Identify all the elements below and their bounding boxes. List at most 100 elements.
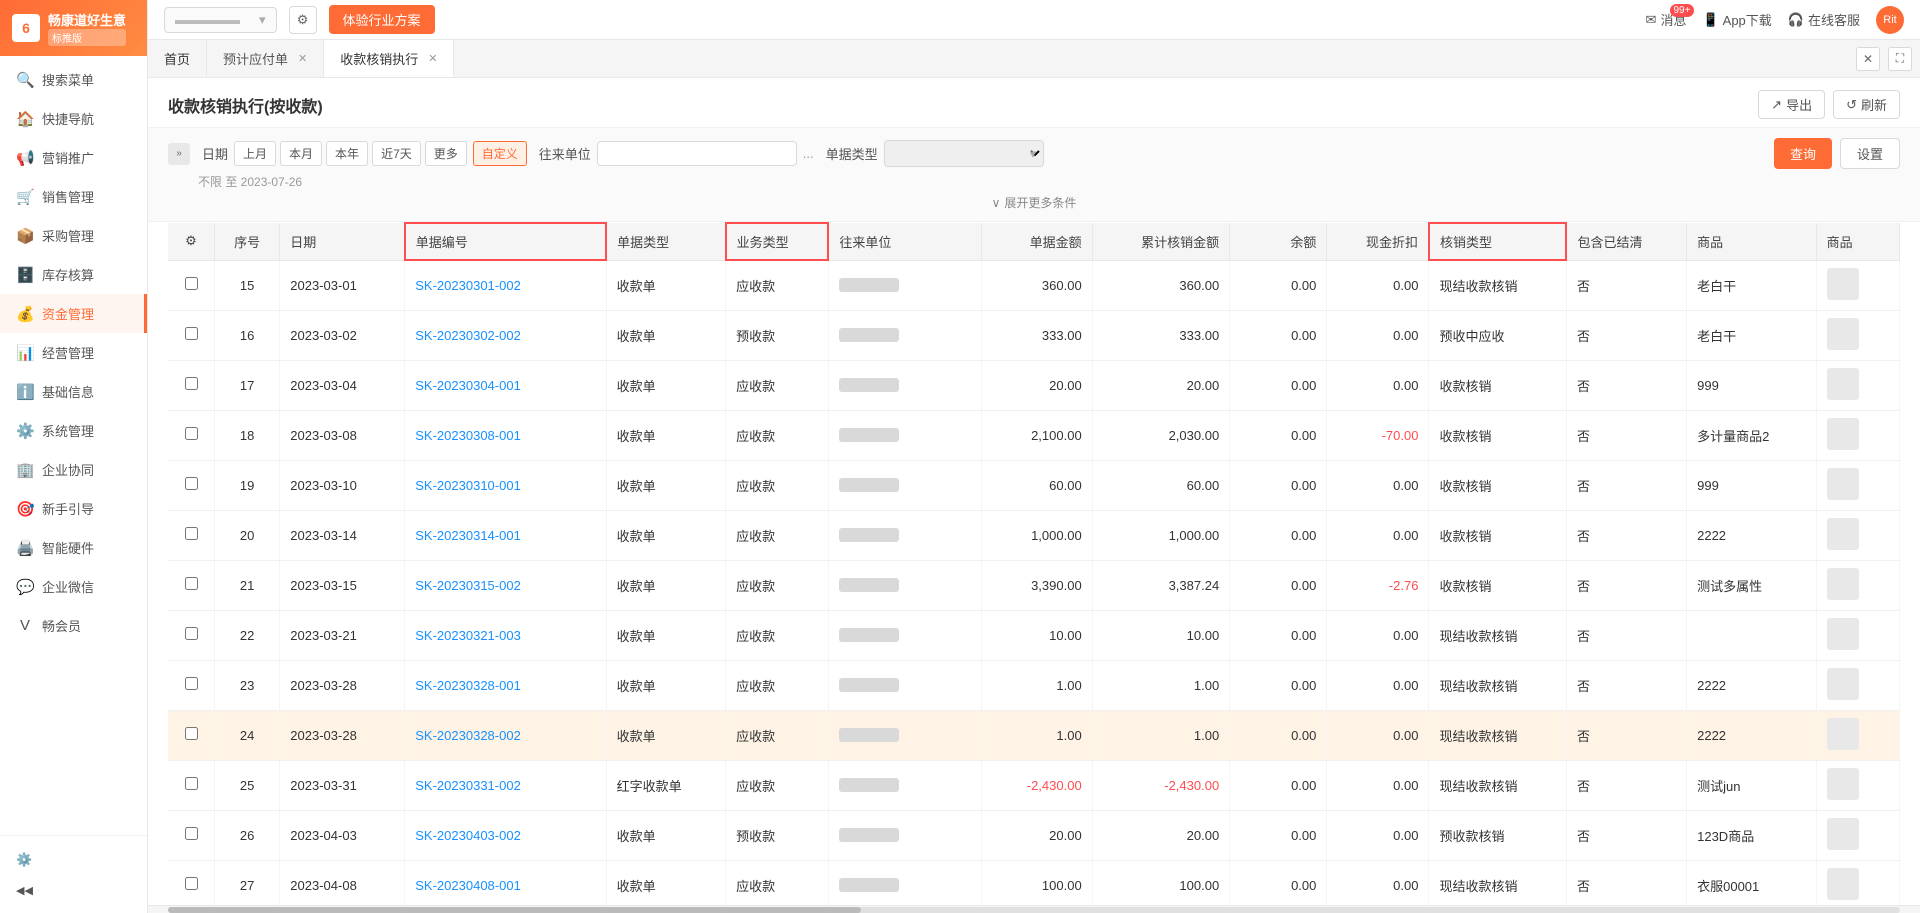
cell-check[interactable] (168, 360, 215, 410)
date-btn-本年[interactable]: 本年 (326, 141, 368, 166)
sno-link[interactable]: SK-20230331-002 (415, 778, 521, 793)
refresh-btn[interactable]: ↺ 刷新 (1833, 90, 1900, 119)
partner-input[interactable] (597, 141, 797, 166)
sidebar-item-member[interactable]: V畅会员 (0, 606, 147, 645)
cell-check[interactable] (168, 810, 215, 860)
cell-check[interactable] (168, 460, 215, 510)
cell-check[interactable] (168, 560, 215, 610)
expand-more-btn[interactable]: ∨ 展开更多条件 (168, 190, 1900, 211)
sno-link[interactable]: SK-20230315-002 (415, 578, 521, 593)
tab-home[interactable]: 首页 (148, 40, 207, 77)
sidebar-item-inventory[interactable]: 🗄️库存核算 (0, 255, 147, 294)
sno-link[interactable]: SK-20230308-001 (415, 428, 521, 443)
online-service-btn[interactable]: 🎧 在线客服 (1788, 10, 1860, 29)
sno-link[interactable]: SK-20230310-001 (415, 478, 521, 493)
tab-writeoff[interactable]: 收款核销执行✕ (324, 40, 454, 77)
cell-sno: SK-20230314-001 (405, 510, 606, 560)
row-checkbox[interactable] (185, 677, 198, 690)
tab-prepay[interactable]: 预计应付单✕ (207, 40, 324, 77)
date-btn-上月[interactable]: 上月 (234, 141, 276, 166)
sidebar-item-purchase[interactable]: 📦采购管理 (0, 216, 147, 255)
cell-biztype: 应收款 (726, 460, 829, 510)
cell-check[interactable] (168, 410, 215, 460)
date-btn-近7天[interactable]: 近7天 (372, 141, 421, 166)
cell-partner (828, 810, 981, 860)
export-btn[interactable]: ↗ 导出 (1758, 90, 1825, 119)
sno-link[interactable]: SK-20230304-001 (415, 378, 521, 393)
cell-check[interactable] (168, 510, 215, 560)
sno-link[interactable]: SK-20230328-001 (415, 678, 521, 693)
row-checkbox[interactable] (185, 577, 198, 590)
cell-biztype: 应收款 (726, 710, 829, 760)
message-btn[interactable]: ✉ 消息 99+ (1646, 10, 1687, 29)
goods-thumbnail (1827, 268, 1859, 300)
th-settings[interactable]: ⚙ (168, 223, 215, 260)
sno-link[interactable]: SK-20230314-001 (415, 528, 521, 543)
cell-writeofftype: 现结收款核销 (1429, 760, 1567, 810)
sno-link[interactable]: SK-20230408-001 (415, 878, 521, 893)
goods-thumbnail (1827, 718, 1859, 750)
cell-check[interactable] (168, 260, 215, 310)
settings-btn[interactable]: 设置 (1840, 138, 1900, 169)
cell-amount: 1.00 (981, 710, 1092, 760)
topbar-gear-btn[interactable]: ⚙ (289, 6, 317, 34)
row-checkbox[interactable] (185, 827, 198, 840)
sidebar-item-finance[interactable]: 💰资金管理 (0, 294, 147, 333)
sidebar-icon-finance: 💰 (16, 305, 34, 323)
row-checkbox[interactable] (185, 627, 198, 640)
sidebar-item-search[interactable]: 🔍搜索菜单 (0, 60, 147, 99)
cell-check[interactable] (168, 610, 215, 660)
cell-check[interactable] (168, 710, 215, 760)
cell-settled: 否 (1566, 760, 1686, 810)
cell-check[interactable] (168, 760, 215, 810)
sno-link[interactable]: SK-20230328-002 (415, 728, 521, 743)
sidebar-icon-quicknav: 🏠 (16, 110, 34, 128)
sno-link[interactable]: SK-20230321-003 (415, 628, 521, 643)
sidebar-settings-btn[interactable]: ⚙️ (0, 844, 147, 876)
sidebar-item-quicknav[interactable]: 🏠快捷导航 (0, 99, 147, 138)
industry-solution-btn[interactable]: 体验行业方案 (329, 5, 435, 34)
row-checkbox[interactable] (185, 377, 198, 390)
date-custom-btn[interactable]: 自定义 (473, 141, 527, 166)
sidebar-item-system[interactable]: ⚙️系统管理 (0, 411, 147, 450)
date-quick-btns: 上月本月本年近7天更多 (234, 141, 467, 166)
cell-check[interactable] (168, 660, 215, 710)
tab-close-writeoff[interactable]: ✕ (428, 52, 437, 65)
doctype-select[interactable] (884, 140, 1044, 167)
sno-link[interactable]: SK-20230403-002 (415, 828, 521, 843)
row-checkbox[interactable] (185, 877, 198, 890)
sidebar-item-basic[interactable]: ℹ️基础信息 (0, 372, 147, 411)
date-btn-本月[interactable]: 本月 (280, 141, 322, 166)
cell-check[interactable] (168, 860, 215, 905)
sidebar-item-corp[interactable]: 🏢企业协同 (0, 450, 147, 489)
sidebar-item-guide[interactable]: 🎯新手引导 (0, 489, 147, 528)
sidebar-item-wechat[interactable]: 💬企业微信 (0, 567, 147, 606)
cell-sno: SK-20230301-002 (405, 260, 606, 310)
user-avatar[interactable]: Rit (1876, 6, 1904, 34)
tab-close-prepay[interactable]: ✕ (298, 52, 307, 65)
shop-selector[interactable]: ▬▬▬▬▬ ▾ (164, 7, 277, 33)
sidebar-item-marketing[interactable]: 📢营销推广 (0, 138, 147, 177)
app-download-btn[interactable]: 📱 App下载 (1702, 10, 1771, 29)
horizontal-scrollbar[interactable] (148, 905, 1920, 913)
row-checkbox[interactable] (185, 777, 198, 790)
row-checkbox[interactable] (185, 277, 198, 290)
date-btn-更多[interactable]: 更多 (425, 141, 467, 166)
filter-collapse-btn[interactable]: » (168, 143, 190, 165)
row-checkbox[interactable] (185, 527, 198, 540)
row-checkbox[interactable] (185, 427, 198, 440)
query-btn[interactable]: 查询 (1774, 138, 1832, 169)
tab-close-btn[interactable]: ✕ (1856, 47, 1880, 71)
sidebar-item-hardware[interactable]: 🖨️智能硬件 (0, 528, 147, 567)
sno-link[interactable]: SK-20230301-002 (415, 278, 521, 293)
tab-maximize-btn[interactable]: ⛶ (1888, 47, 1912, 71)
sno-link[interactable]: SK-20230302-002 (415, 328, 521, 343)
row-checkbox[interactable] (185, 727, 198, 740)
sidebar-collapse-btn[interactable]: ◀◀ (0, 876, 147, 905)
sidebar-item-operations[interactable]: 📊经营管理 (0, 333, 147, 372)
sidebar-item-sales[interactable]: 🛒销售管理 (0, 177, 147, 216)
row-checkbox[interactable] (185, 477, 198, 490)
cell-sno: SK-20230403-002 (405, 810, 606, 860)
cell-check[interactable] (168, 310, 215, 360)
row-checkbox[interactable] (185, 327, 198, 340)
